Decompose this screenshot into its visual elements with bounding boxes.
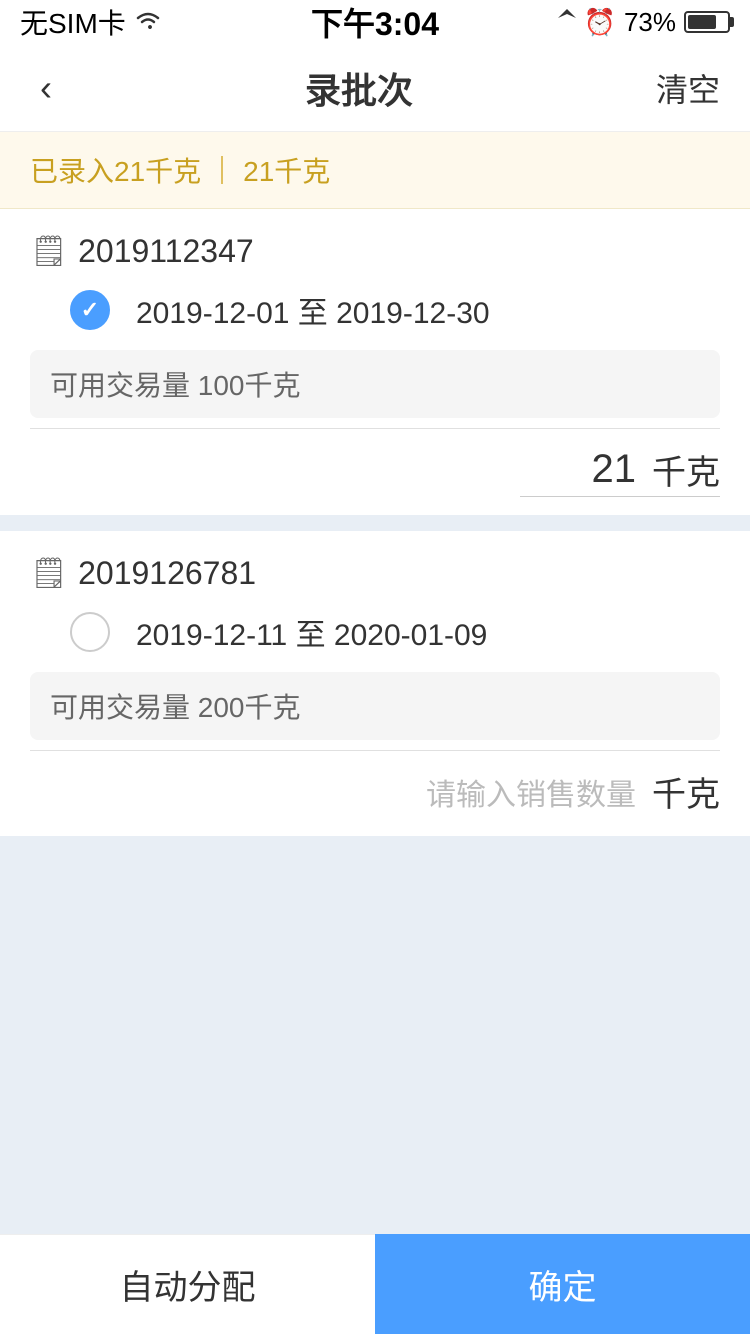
page-title: 录批次	[305, 62, 413, 114]
batch-date-row-1[interactable]: 2019-12-01 至 2019-12-30	[0, 280, 750, 340]
nav-bar: ‹ 录批次 清空	[0, 44, 750, 132]
alarm-icon: ⏰	[584, 7, 616, 38]
info-banner: 已录入21千克 21千克	[0, 132, 750, 209]
banner-divider	[221, 156, 223, 184]
back-button[interactable]: ‹	[30, 57, 62, 119]
batch-available-2: 可用交易量 200千克	[30, 672, 720, 740]
carrier-text: 无SIM卡	[20, 2, 126, 42]
quantity-inner-1: 21 千克	[516, 445, 720, 494]
batch-header-1: 🗒 2019112347	[0, 209, 750, 280]
quantity-wrapper-1: 21 千克	[516, 445, 720, 495]
confirm-button[interactable]: 确定	[375, 1234, 750, 1334]
batch-number-2: 2019126781	[78, 555, 256, 592]
batch-icon-2: 🗒	[30, 556, 68, 591]
quantity-value-1: 21	[516, 447, 636, 492]
clear-button[interactable]: 清空	[656, 65, 720, 111]
location-icon	[558, 7, 576, 38]
quantity-placeholder-2[interactable]: 请输入销售数量	[426, 770, 636, 814]
batch-card-2: 🗒 2019126781 2019-12-11 至 2020-01-09 可用交…	[0, 531, 750, 836]
batch-date-row-2[interactable]: 2019-12-11 至 2020-01-09	[0, 602, 750, 662]
recorded-label: 已录入21千克	[30, 150, 201, 190]
batch-number-1: 2019112347	[78, 233, 254, 270]
battery-icon	[684, 11, 730, 33]
battery-percent: 73%	[624, 7, 676, 38]
footer: 自动分配 确定	[0, 1234, 750, 1334]
radio-selected-1[interactable]	[70, 290, 110, 330]
placeholder-row-2: 请输入销售数量 千克	[0, 751, 750, 836]
wifi-icon	[134, 6, 162, 38]
status-right: ⏰ 73%	[558, 7, 730, 38]
auto-distribute-button[interactable]: 自动分配	[0, 1234, 375, 1334]
section-divider	[0, 515, 750, 531]
quantity-unit-1: 千克	[652, 445, 720, 494]
placeholder-unit-2: 千克	[652, 767, 720, 816]
batch-card-1: 🗒 2019112347 2019-12-01 至 2019-12-30 可用交…	[0, 209, 750, 515]
status-time: 下午3:04	[311, 0, 439, 45]
quantity-row-1: 21 千克	[0, 429, 750, 515]
batch-date-2: 2019-12-11 至 2020-01-09	[136, 610, 487, 654]
radio-unselected-2[interactable]	[70, 612, 110, 652]
batch-date-1: 2019-12-01 至 2019-12-30	[136, 288, 490, 332]
batch-available-1: 可用交易量 100千克	[30, 350, 720, 418]
quantity-underline-1	[520, 496, 720, 497]
batch-icon-1: 🗒	[30, 234, 68, 269]
status-bar: 无SIM卡 下午3:04 ⏰ 73%	[0, 0, 750, 44]
status-left: 无SIM卡	[20, 2, 162, 42]
recorded-value: 21千克	[243, 150, 330, 190]
batch-header-2: 🗒 2019126781	[0, 531, 750, 602]
